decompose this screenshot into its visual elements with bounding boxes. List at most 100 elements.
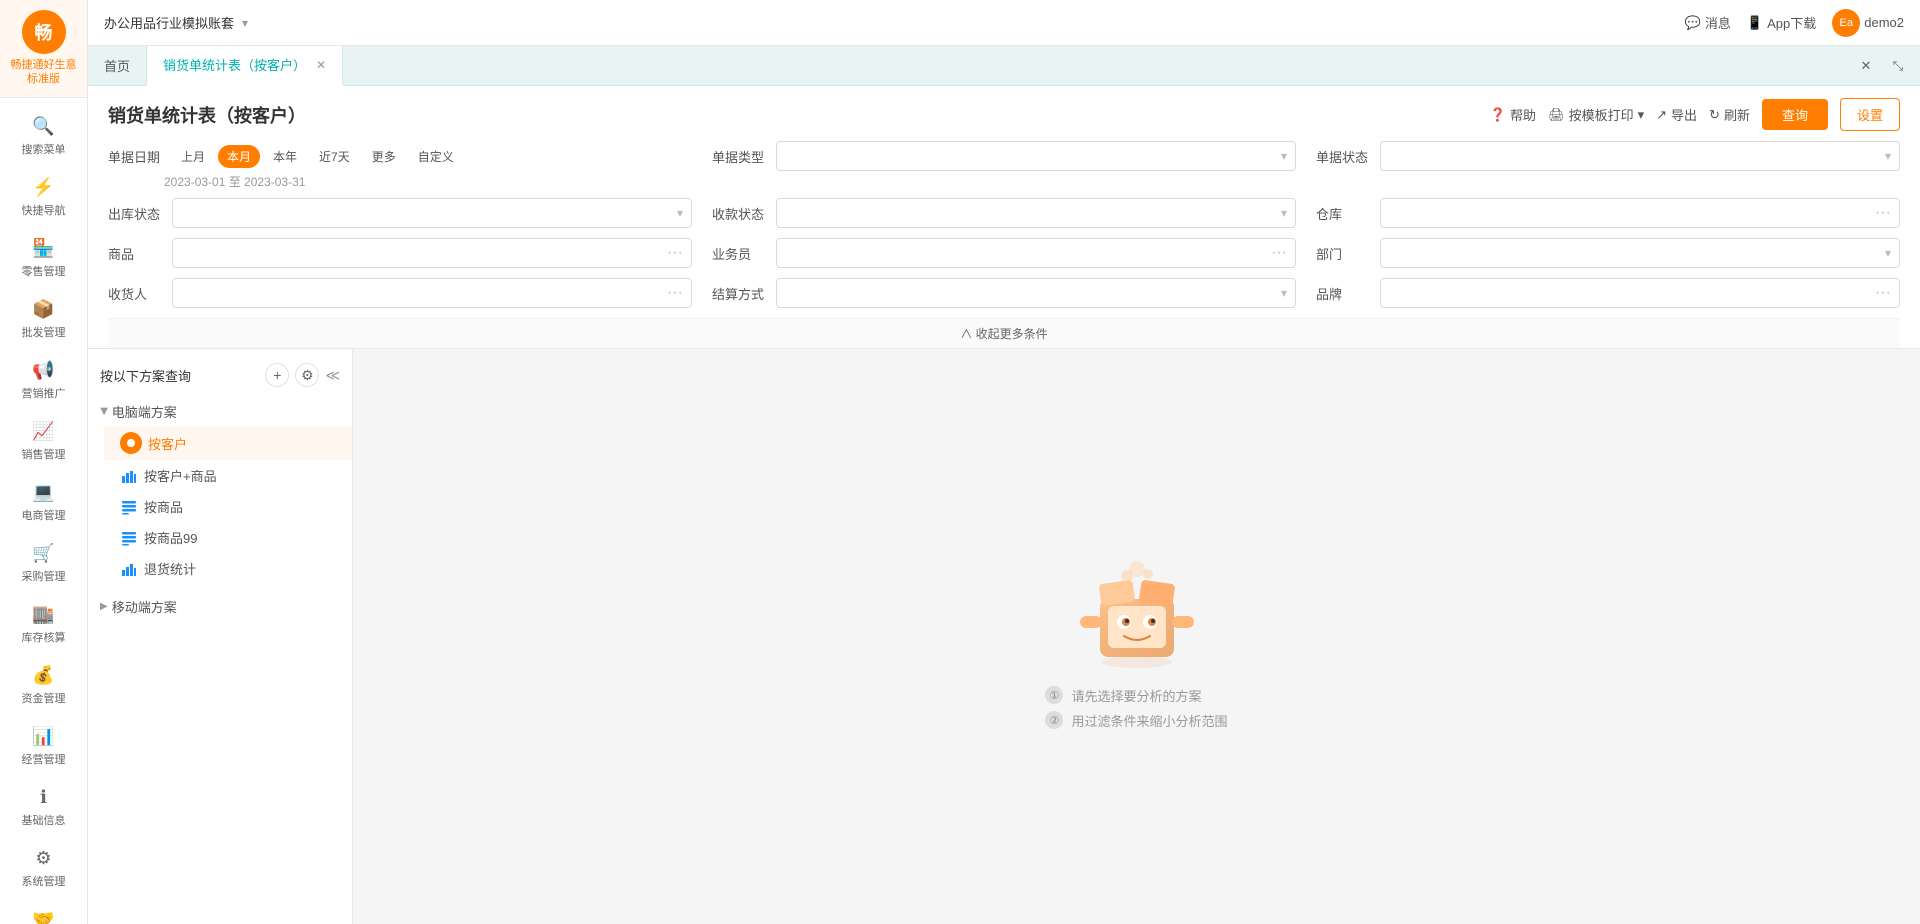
tab-bar: 首页 销货单统计表（按客户） ✕ ✕ ⤡ — [88, 46, 1920, 86]
warehouse-dots: ··· — [1875, 204, 1891, 222]
query-section: 销货单统计表（按客户） ❓ 帮助 🖨 按模板打印 ▾ ↗ 导出 — [88, 86, 1920, 349]
refresh-icon: ↻ — [1709, 107, 1720, 123]
logo-icon: 畅 — [22, 10, 66, 54]
print-button[interactable]: 🖨 按模板打印 ▾ — [1548, 105, 1644, 124]
date-this-year-btn[interactable]: 本年 — [264, 145, 306, 168]
user-profile[interactable]: Ea demo2 — [1832, 9, 1904, 37]
payment-status-input[interactable]: ▾ — [776, 198, 1296, 228]
help-icon: ❓ — [1490, 107, 1506, 123]
scheme-table-icon2 — [120, 529, 138, 547]
sidebar-item-0[interactable]: 🔍搜索菜单 — [0, 106, 87, 167]
salesperson-label: 业务员 — [712, 244, 768, 263]
active-scheme-dot — [120, 432, 142, 454]
scheme-by-customer[interactable]: 按客户 — [104, 426, 352, 460]
date-custom-btn[interactable]: 自定义 — [409, 145, 463, 168]
sidebar: 畅 畅捷通好生意标准版 🔍搜索菜单⚡快捷导航🏪零售管理📦批发管理📢营销推广📈销售… — [0, 0, 88, 924]
tab-sales-stats[interactable]: 销货单统计表（按客户） ✕ — [147, 46, 343, 86]
header-right: 💬 消息 📱 App下载 Ea demo2 — [1685, 9, 1904, 37]
left-panel: 按以下方案查询 + ⚙ ≪ ▶ 电脑端方案 — [88, 349, 353, 924]
order-status-label: 单据状态 — [1316, 147, 1372, 166]
stock-status-row: 出库状态 ▾ — [108, 198, 692, 228]
desktop-schemes-children: 按客户 按客户+商品 — [88, 426, 352, 584]
goods-label: 商品 — [108, 244, 164, 263]
scheme-returns[interactable]: 退货统计 — [104, 553, 352, 584]
date-range-display: 2023-03-01 至 2023-03-31 — [164, 173, 1900, 190]
brand-label: 品牌 — [1316, 284, 1372, 303]
app-download-button[interactable]: 📱 App下载 — [1747, 13, 1816, 32]
date-more-btn[interactable]: 更多 — [363, 145, 405, 168]
scheme-by-customer-goods[interactable]: 按客户+商品 — [104, 460, 352, 491]
refresh-button[interactable]: ↻ 刷新 — [1709, 105, 1750, 124]
empty-hint-2: ② 用过滤条件来缩小分析范围 — [1045, 711, 1227, 730]
stock-status-input[interactable]: ▾ — [172, 198, 692, 228]
help-button[interactable]: ❓ 帮助 — [1490, 105, 1536, 124]
query-button[interactable]: 查询 — [1762, 99, 1828, 130]
tab-expand-button[interactable]: ⤡ — [1884, 52, 1912, 80]
sidebar-item-6[interactable]: 💻电商管理 — [0, 472, 87, 533]
export-button[interactable]: ↗ 导出 — [1656, 105, 1697, 124]
scheme-settings-button[interactable]: ⚙ — [295, 363, 319, 387]
page-title: 销货单统计表（按客户） — [108, 102, 306, 128]
print-dropdown-icon[interactable]: ▾ — [1638, 107, 1645, 123]
settlement-input[interactable]: ▾ — [776, 278, 1296, 308]
payment-status-arrow: ▾ — [1281, 206, 1287, 220]
salesperson-input[interactable]: ··· — [776, 238, 1296, 268]
receiver-dots: ··· — [667, 284, 683, 302]
brand-dots: ··· — [1875, 284, 1891, 302]
desktop-schemes-section: ▶ 电脑端方案 按客户 — [88, 393, 352, 588]
date-last-month-btn[interactable]: 上月 — [172, 145, 214, 168]
desktop-schemes-header[interactable]: ▶ 电脑端方案 — [88, 397, 352, 426]
scheme-by-goods99[interactable]: 按商品99 — [104, 522, 352, 553]
sidebar-item-9[interactable]: 💰资金管理 — [0, 655, 87, 716]
content: 销货单统计表（按客户） ❓ 帮助 🖨 按模板打印 ▾ ↗ 导出 — [88, 86, 1920, 924]
date-this-month-btn[interactable]: 本月 — [218, 145, 260, 168]
page-title-row: 销货单统计表（按客户） ❓ 帮助 🖨 按模板打印 ▾ ↗ 导出 — [108, 98, 1900, 131]
message-button[interactable]: 💬 消息 — [1685, 13, 1731, 32]
empty-state: ① 请先选择要分析的方案 ② 用过滤条件来缩小分析范围 — [353, 349, 1920, 924]
collapse-bar[interactable]: ∧ 收起更多条件 — [108, 318, 1900, 348]
payment-status-row: 收款状态 ▾ — [712, 198, 1296, 228]
mobile-schemes-section: ▶ 移动端方案 — [88, 588, 352, 625]
print-icon: 🖨 — [1548, 107, 1565, 123]
sidebar-item-2[interactable]: 🏪零售管理 — [0, 228, 87, 289]
mobile-schemes-header[interactable]: ▶ 移动端方案 — [88, 592, 352, 621]
date-label: 单据日期 — [108, 147, 164, 166]
sidebar-item-3[interactable]: 📦批发管理 — [0, 289, 87, 350]
scheme-bar-icon — [120, 560, 138, 578]
sidebar-item-1[interactable]: ⚡快捷导航 — [0, 167, 87, 228]
message-icon: 💬 — [1685, 15, 1701, 31]
header-dropdown-icon[interactable]: ▾ — [242, 16, 248, 30]
sidebar-item-8[interactable]: 🏬库存核算 — [0, 594, 87, 655]
warehouse-input[interactable]: ··· — [1380, 198, 1900, 228]
add-scheme-button[interactable]: + — [265, 363, 289, 387]
order-status-input[interactable]: ▾ — [1380, 141, 1900, 171]
left-panel-actions: + ⚙ ≪ — [265, 363, 340, 387]
brand-input[interactable]: ··· — [1380, 278, 1900, 308]
settings-button[interactable]: 设置 — [1840, 98, 1900, 131]
payment-status-label: 收款状态 — [712, 204, 768, 223]
receiver-label: 收货人 — [108, 284, 164, 303]
salesperson-dots: ··· — [1271, 244, 1287, 262]
sidebar-item-10[interactable]: 📊经营管理 — [0, 716, 87, 777]
panel-collapse-button[interactable]: ≪ — [325, 367, 340, 384]
tab-close-window-button[interactable]: ✕ — [1852, 52, 1880, 80]
sidebar-item-12[interactable]: ⚙系统管理 — [0, 838, 87, 899]
settlement-arrow: ▾ — [1281, 286, 1287, 300]
sidebar-item-7[interactable]: 🛒采购管理 — [0, 533, 87, 594]
left-panel-header: 按以下方案查询 + ⚙ ≪ — [88, 357, 352, 393]
goods-dots: ··· — [667, 244, 683, 262]
tab-close-icon[interactable]: ✕ — [316, 58, 326, 72]
sidebar-item-4[interactable]: 📢营销推广 — [0, 350, 87, 411]
department-input[interactable]: ▾ — [1380, 238, 1900, 268]
receiver-input[interactable]: ··· — [172, 278, 692, 308]
left-panel-title: 按以下方案查询 — [100, 366, 191, 385]
tab-home[interactable]: 首页 — [88, 46, 147, 86]
order-type-input[interactable]: ▾ — [776, 141, 1296, 171]
scheme-by-goods[interactable]: 按商品 — [104, 491, 352, 522]
goods-input[interactable]: ··· — [172, 238, 692, 268]
date-7days-btn[interactable]: 近7天 — [310, 145, 359, 168]
sidebar-item-5[interactable]: 📈销售管理 — [0, 411, 87, 472]
scheme-chart-icon — [120, 467, 138, 485]
sidebar-item-11[interactable]: ℹ基础信息 — [0, 777, 87, 838]
sidebar-item-13[interactable]: 🤝企业协同 — [0, 899, 87, 924]
